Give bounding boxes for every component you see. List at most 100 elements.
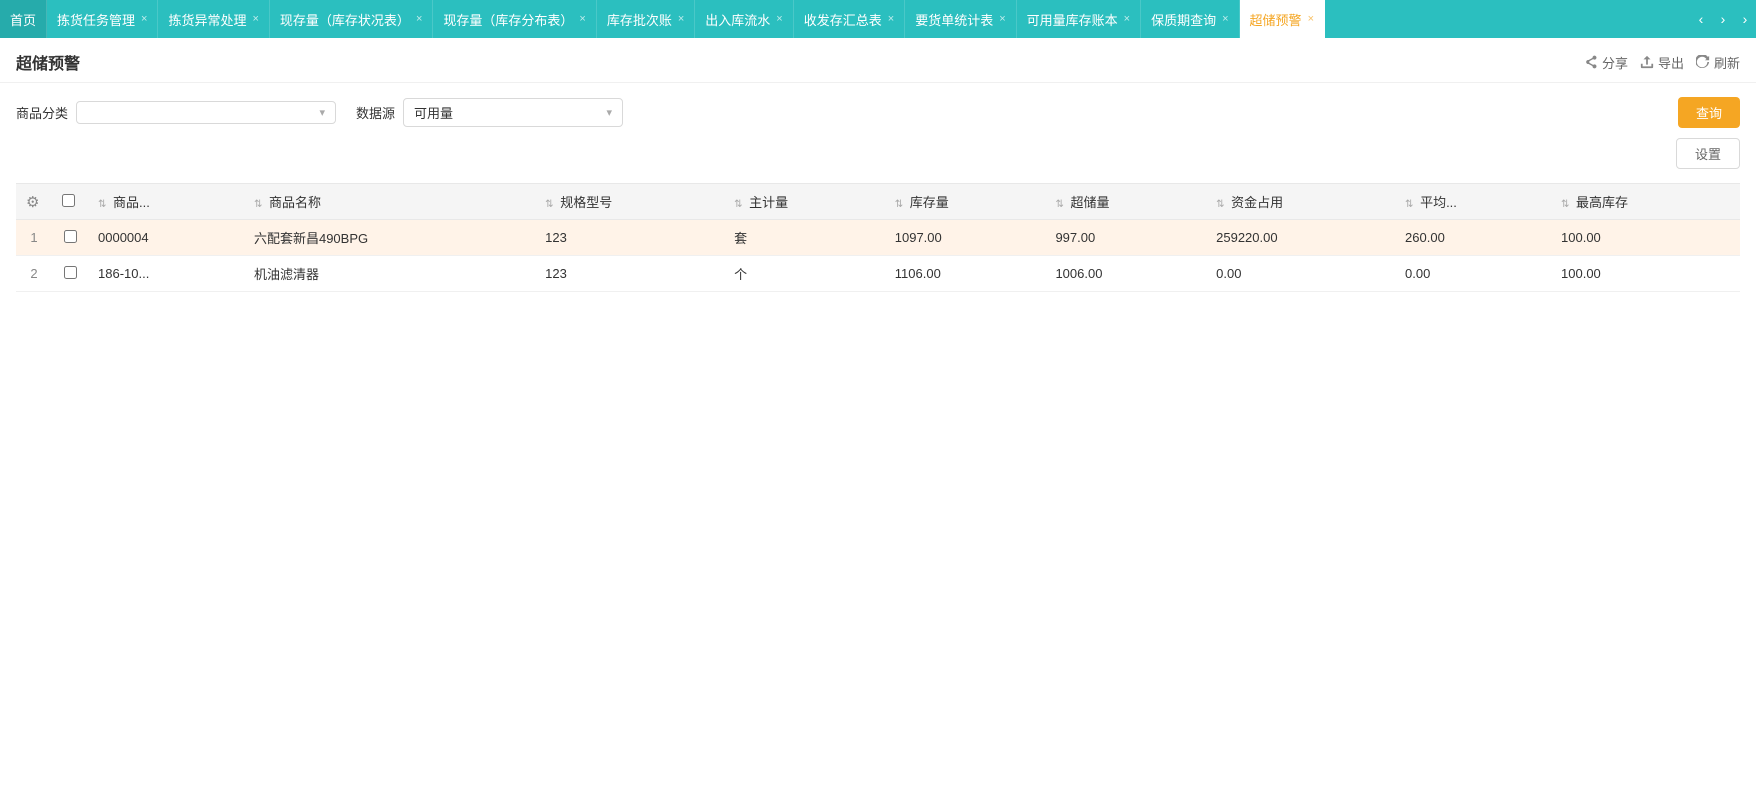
row-avg: 0.00: [1395, 256, 1551, 292]
close-icon[interactable]: ×: [141, 13, 147, 25]
close-icon[interactable]: ×: [416, 13, 422, 25]
close-icon[interactable]: ×: [579, 13, 585, 25]
row-over: 997.00: [1045, 220, 1206, 256]
col-stock-header[interactable]: ⇅ 库存量: [885, 184, 1046, 220]
datasource-select[interactable]: 可用量 ▾: [403, 98, 623, 127]
row-avg: 260.00: [1395, 220, 1551, 256]
export-button[interactable]: 导出: [1640, 53, 1684, 72]
close-icon[interactable]: ×: [999, 13, 1005, 25]
close-icon[interactable]: ×: [678, 13, 684, 25]
settings-button[interactable]: 设置: [1676, 138, 1740, 169]
category-select[interactable]: ▾: [76, 101, 336, 124]
nav-more-button[interactable]: ›: [1734, 0, 1756, 38]
refresh-button[interactable]: 刷新: [1696, 53, 1740, 72]
close-icon[interactable]: ×: [1222, 13, 1228, 25]
sort-icon: ⇅: [254, 199, 262, 210]
row-capital: 0.00: [1206, 256, 1395, 292]
nav-item-1[interactable]: 拣货任务管理 ×: [47, 0, 158, 38]
sort-icon: ⇅: [98, 199, 106, 210]
close-icon[interactable]: ×: [1308, 13, 1314, 25]
row-unit: 个: [724, 256, 885, 292]
table-row: 1 0000004 六配套新昌490BPG 123 套 1097.00 997.…: [16, 220, 1740, 256]
sort-icon: ⇅: [895, 199, 903, 210]
col-checkbox: [52, 184, 88, 220]
col-unit-header[interactable]: ⇅ 主计量: [724, 184, 885, 220]
nav-item-5[interactable]: 库存批次账 ×: [597, 0, 695, 38]
col-avg-header[interactable]: ⇅ 平均...: [1395, 184, 1551, 220]
chevron-down-icon: ▾: [319, 106, 325, 119]
row-checkbox-cell: [52, 220, 88, 256]
row-number: 1: [16, 220, 52, 256]
row-code: 0000004: [88, 220, 244, 256]
row-name: 机油滤清器: [244, 256, 535, 292]
nav-item-8[interactable]: 要货单统计表 ×: [905, 0, 1016, 38]
nav-item-7[interactable]: 收发存汇总表 ×: [794, 0, 905, 38]
nav-item-4[interactable]: 现存量（库存分布表） ×: [433, 0, 596, 38]
table-body: 1 0000004 六配套新昌490BPG 123 套 1097.00 997.…: [16, 220, 1740, 292]
share-button[interactable]: 分享: [1584, 53, 1628, 72]
nav-item-6[interactable]: 出入库流水 ×: [695, 0, 793, 38]
export-icon: [1640, 55, 1654, 69]
header-actions: 分享 导出 刷新: [1584, 53, 1740, 72]
sort-icon: ⇅: [1216, 199, 1224, 210]
nav-item-2[interactable]: 拣货异常处理 ×: [158, 0, 269, 38]
col-name-header[interactable]: ⇅ 商品名称: [244, 184, 535, 220]
row-spec: 123: [535, 220, 724, 256]
datasource-select-value: 可用量: [414, 103, 453, 122]
table-header-row: ⚙ ⇅ 商品... ⇅ 商品名称 ⇅ 规格型号 ⇅: [16, 184, 1740, 220]
nav-item-3[interactable]: 现存量（库存状况表） ×: [270, 0, 433, 38]
row-spec: 123: [535, 256, 724, 292]
col-capital-header[interactable]: ⇅ 资金占用: [1206, 184, 1395, 220]
sort-icon: ⇅: [545, 199, 553, 210]
col-settings: ⚙: [16, 184, 52, 220]
row-checkbox[interactable]: [64, 266, 77, 279]
sort-icon: ⇅: [1561, 199, 1569, 210]
table-row: 2 186-10... 机油滤清器 123 个 1106.00 1006.00 …: [16, 256, 1740, 292]
query-button[interactable]: 查询: [1678, 97, 1740, 128]
select-all-checkbox[interactable]: [62, 194, 75, 207]
row-checkbox-cell: [52, 256, 88, 292]
col-over-header[interactable]: ⇅ 超储量: [1045, 184, 1206, 220]
nav-arrows: ‹ › ›: [1690, 0, 1756, 38]
nav-item-active[interactable]: 超储预警 ×: [1240, 0, 1325, 38]
col-spec-header[interactable]: ⇅ 规格型号: [535, 184, 724, 220]
row-number: 2: [16, 256, 52, 292]
datasource-filter-group: 数据源 可用量 ▾: [356, 98, 623, 127]
data-table: ⚙ ⇅ 商品... ⇅ 商品名称 ⇅ 规格型号 ⇅: [16, 183, 1740, 292]
row-over: 1006.00: [1045, 256, 1206, 292]
row-max: 100.00: [1551, 256, 1740, 292]
nav-prev-button[interactable]: ‹: [1690, 0, 1712, 38]
page-title: 超储预警: [16, 50, 80, 74]
row-stock: 1106.00: [885, 256, 1046, 292]
gear-icon[interactable]: ⚙: [26, 194, 39, 211]
nav-bar: 首页 拣货任务管理 × 拣货异常处理 × 现存量（库存状况表） × 现存量（库存…: [0, 0, 1756, 38]
refresh-icon: [1696, 55, 1710, 69]
nav-item-home[interactable]: 首页: [0, 0, 47, 38]
col-code-header[interactable]: ⇅ 商品...: [88, 184, 244, 220]
nav-item-9[interactable]: 可用量库存账本 ×: [1017, 0, 1141, 38]
row-checkbox[interactable]: [64, 230, 77, 243]
share-icon: [1584, 55, 1598, 69]
datasource-label: 数据源: [356, 103, 395, 122]
col-max-header[interactable]: ⇅ 最高库存: [1551, 184, 1740, 220]
row-unit: 套: [724, 220, 885, 256]
sort-icon: ⇅: [1405, 199, 1413, 210]
filter-right-actions: 查询: [1678, 97, 1740, 128]
chevron-down-icon: ▾: [607, 106, 613, 119]
row-stock: 1097.00: [885, 220, 1046, 256]
data-table-wrapper: ⚙ ⇅ 商品... ⇅ 商品名称 ⇅ 规格型号 ⇅: [0, 183, 1756, 292]
sort-icon: ⇅: [1055, 199, 1063, 210]
close-icon[interactable]: ×: [252, 13, 258, 25]
close-icon[interactable]: ×: [1124, 13, 1130, 25]
filter-area: 商品分类 ▾ 数据源 可用量 ▾ 查询 设置: [0, 83, 1756, 183]
close-icon[interactable]: ×: [776, 13, 782, 25]
row-capital: 259220.00: [1206, 220, 1395, 256]
sort-icon: ⇅: [734, 199, 742, 210]
category-filter-group: 商品分类 ▾: [16, 101, 336, 124]
nav-item-10[interactable]: 保质期查询 ×: [1141, 0, 1239, 38]
row-code: 186-10...: [88, 256, 244, 292]
close-icon[interactable]: ×: [888, 13, 894, 25]
nav-next-button[interactable]: ›: [1712, 0, 1734, 38]
row-name: 六配套新昌490BPG: [244, 220, 535, 256]
row-max: 100.00: [1551, 220, 1740, 256]
